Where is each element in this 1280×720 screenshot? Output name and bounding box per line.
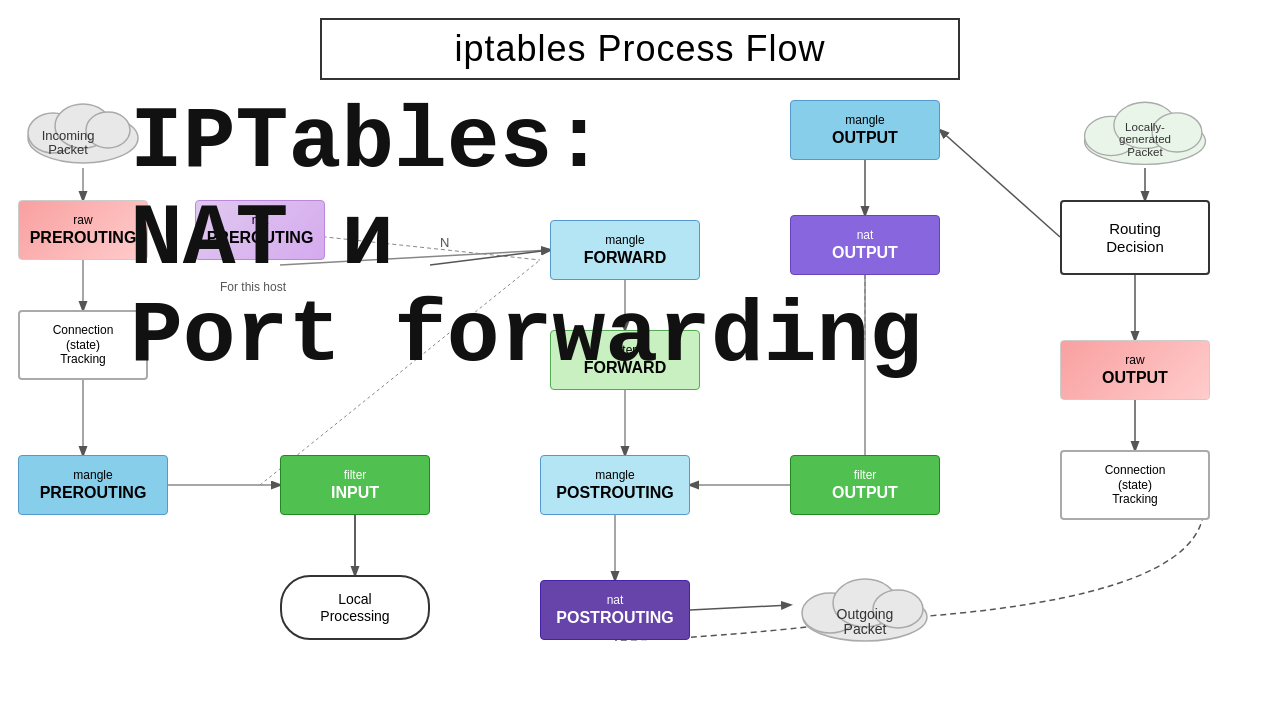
- raw-pre-small: raw: [73, 213, 92, 227]
- svg-line-18: [940, 130, 1060, 237]
- box-raw-output: raw OUTPUT: [1060, 340, 1210, 400]
- raw-out-big: OUTPUT: [1102, 368, 1168, 387]
- box-conn-track-left: Connection(state)Tracking: [18, 310, 148, 380]
- overlay-line1: IPTables:: [130, 95, 922, 192]
- outgoing-packet-cloud: Outgoing Packet: [790, 565, 940, 645]
- title-text: iptables Process Flow: [454, 28, 825, 69]
- nat-post-small: nat: [607, 593, 624, 607]
- filter-in-big: INPUT: [331, 483, 379, 502]
- mangle-post-small: mangle: [595, 468, 634, 482]
- svg-text:Incoming: Incoming: [42, 128, 95, 143]
- raw-pre-big: PREROUTING: [30, 228, 137, 247]
- overlay-text: IPTables: NAT и Port forwarding: [130, 95, 922, 385]
- raw-out-small: raw: [1125, 353, 1144, 367]
- nat-post-big: POSTROUTING: [556, 608, 673, 627]
- svg-text:Packet: Packet: [1127, 146, 1163, 158]
- box-filter-input: filter INPUT: [280, 455, 430, 515]
- box-conn-track-right: Connection(state)Tracking: [1060, 450, 1210, 520]
- box-mangle-postrouting: mangle POSTROUTING: [540, 455, 690, 515]
- incoming-packet-cloud: Incoming Packet: [18, 88, 148, 168]
- box-local-processing: LocalProcessing: [280, 575, 430, 640]
- box-filter-output: filter OUTPUT: [790, 455, 940, 515]
- svg-text:Outgoing: Outgoing: [837, 606, 894, 622]
- mangle-pre-small: mangle: [73, 468, 112, 482]
- svg-text:Packet: Packet: [844, 621, 887, 637]
- locally-generated-cloud: Locally- generated Packet: [1070, 88, 1220, 168]
- svg-text:Locally-: Locally-: [1125, 121, 1165, 133]
- filter-out-small: filter: [854, 468, 877, 482]
- svg-line-10: [690, 605, 790, 610]
- title-box: iptables Process Flow: [320, 18, 960, 80]
- box-mangle-prerouting: mangle PREROUTING: [18, 455, 168, 515]
- routing-decision-label: RoutingDecision: [1106, 220, 1164, 256]
- filter-out-big: OUTPUT: [832, 483, 898, 502]
- svg-text:Packet: Packet: [48, 142, 88, 157]
- box-nat-postrouting: nat POSTROUTING: [540, 580, 690, 640]
- conn-track-right-label: Connection(state)Tracking: [1105, 463, 1166, 506]
- diagram-container: iptables Process Flow: [0, 0, 1280, 720]
- conn-track-left-label: Connection(state)Tracking: [53, 323, 114, 366]
- box-routing-decision: RoutingDecision: [1060, 200, 1210, 275]
- filter-in-small: filter: [344, 468, 367, 482]
- overlay-line3: Port forwarding: [130, 289, 922, 386]
- mangle-post-big: POSTROUTING: [556, 483, 673, 502]
- mangle-pre-big: PREROUTING: [40, 483, 147, 502]
- overlay-line2: NAT и: [130, 192, 922, 289]
- svg-text:generated: generated: [1119, 133, 1171, 145]
- box-raw-prerouting: raw PREROUTING: [18, 200, 148, 260]
- local-proc-label: LocalProcessing: [320, 591, 389, 625]
